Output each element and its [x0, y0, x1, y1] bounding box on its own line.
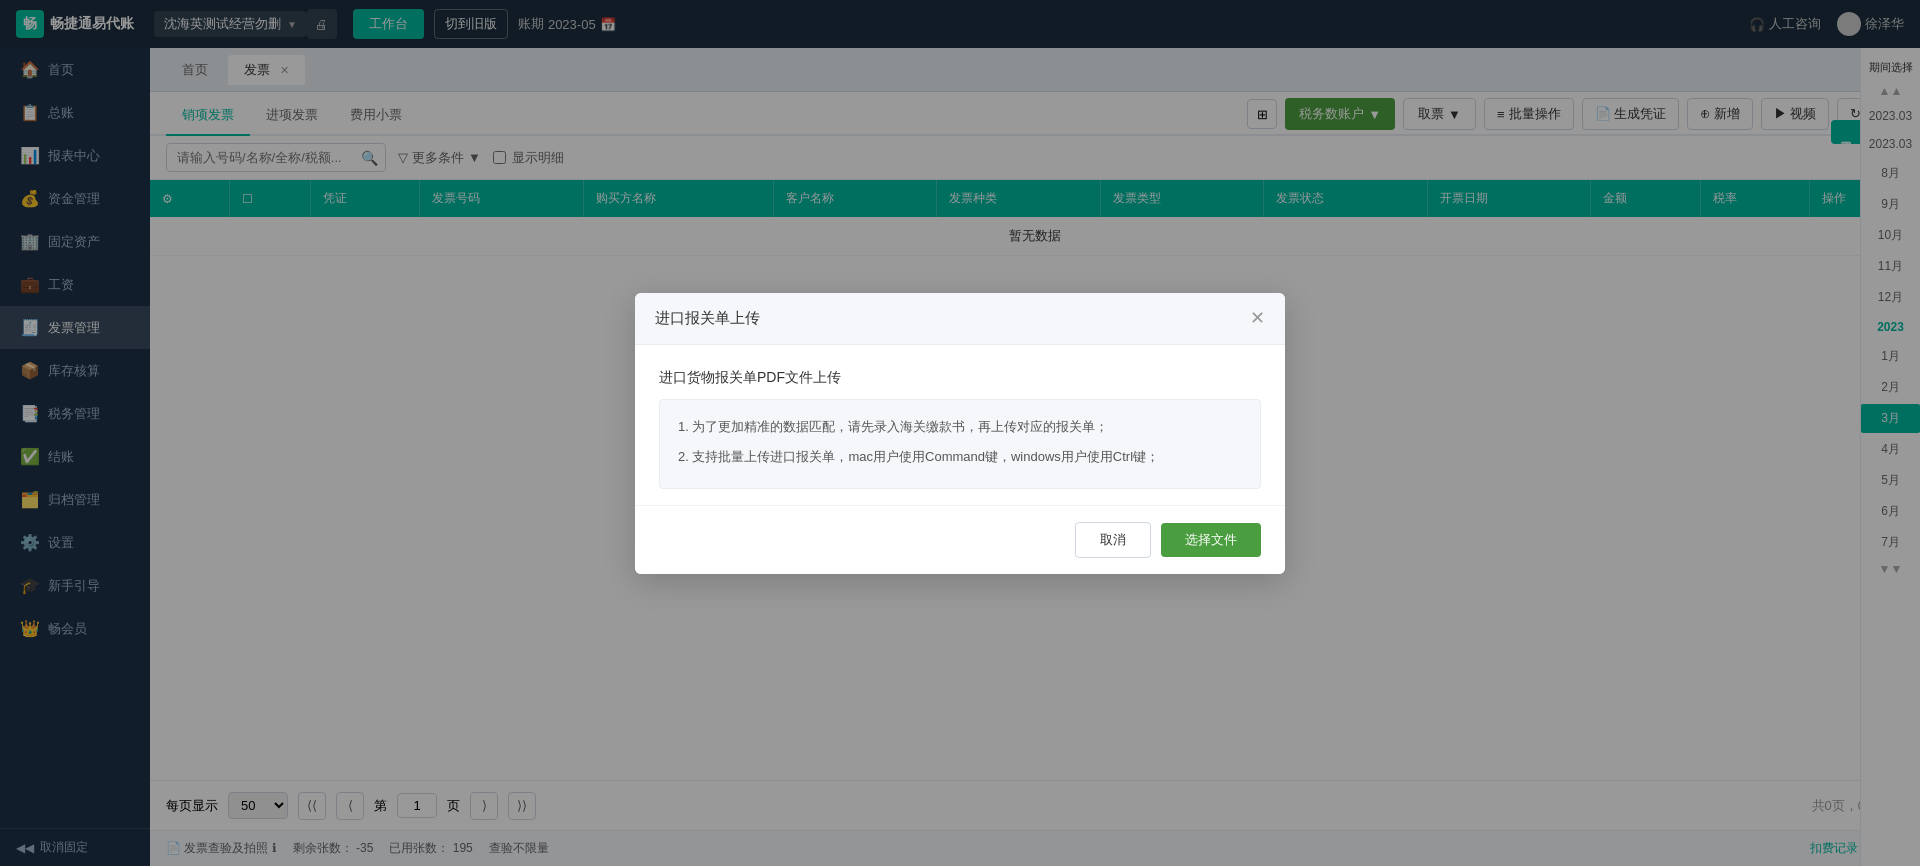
modal-select-file-button[interactable]: 选择文件 — [1161, 523, 1261, 557]
modal-cancel-button[interactable]: 取消 — [1075, 522, 1151, 558]
modal-close-button[interactable]: ✕ — [1250, 309, 1265, 327]
modal-info-box: 1. 为了更加精准的数据匹配，请先录入海关缴款书，再上传对应的报关单； 2. 支… — [659, 399, 1261, 489]
modal-section-title: 进口货物报关单PDF文件上传 — [659, 369, 1261, 387]
modal-header: 进口报关单上传 ✕ — [635, 293, 1285, 345]
modal-body: 进口货物报关单PDF文件上传 1. 为了更加精准的数据匹配，请先录入海关缴款书，… — [635, 345, 1285, 505]
modal-instruction-2: 2. 支持批量上传进口报关单，mac用户使用Command键，windows用户… — [678, 444, 1242, 470]
import-customs-modal: 进口报关单上传 ✕ 进口货物报关单PDF文件上传 1. 为了更加精准的数据匹配，… — [635, 293, 1285, 574]
modal-footer: 取消 选择文件 — [635, 505, 1285, 574]
modal-title: 进口报关单上传 — [655, 309, 760, 328]
modal-instruction-1: 1. 为了更加精准的数据匹配，请先录入海关缴款书，再上传对应的报关单； — [678, 414, 1242, 440]
modal-overlay: 进口报关单上传 ✕ 进口货物报关单PDF文件上传 1. 为了更加精准的数据匹配，… — [0, 0, 1920, 866]
